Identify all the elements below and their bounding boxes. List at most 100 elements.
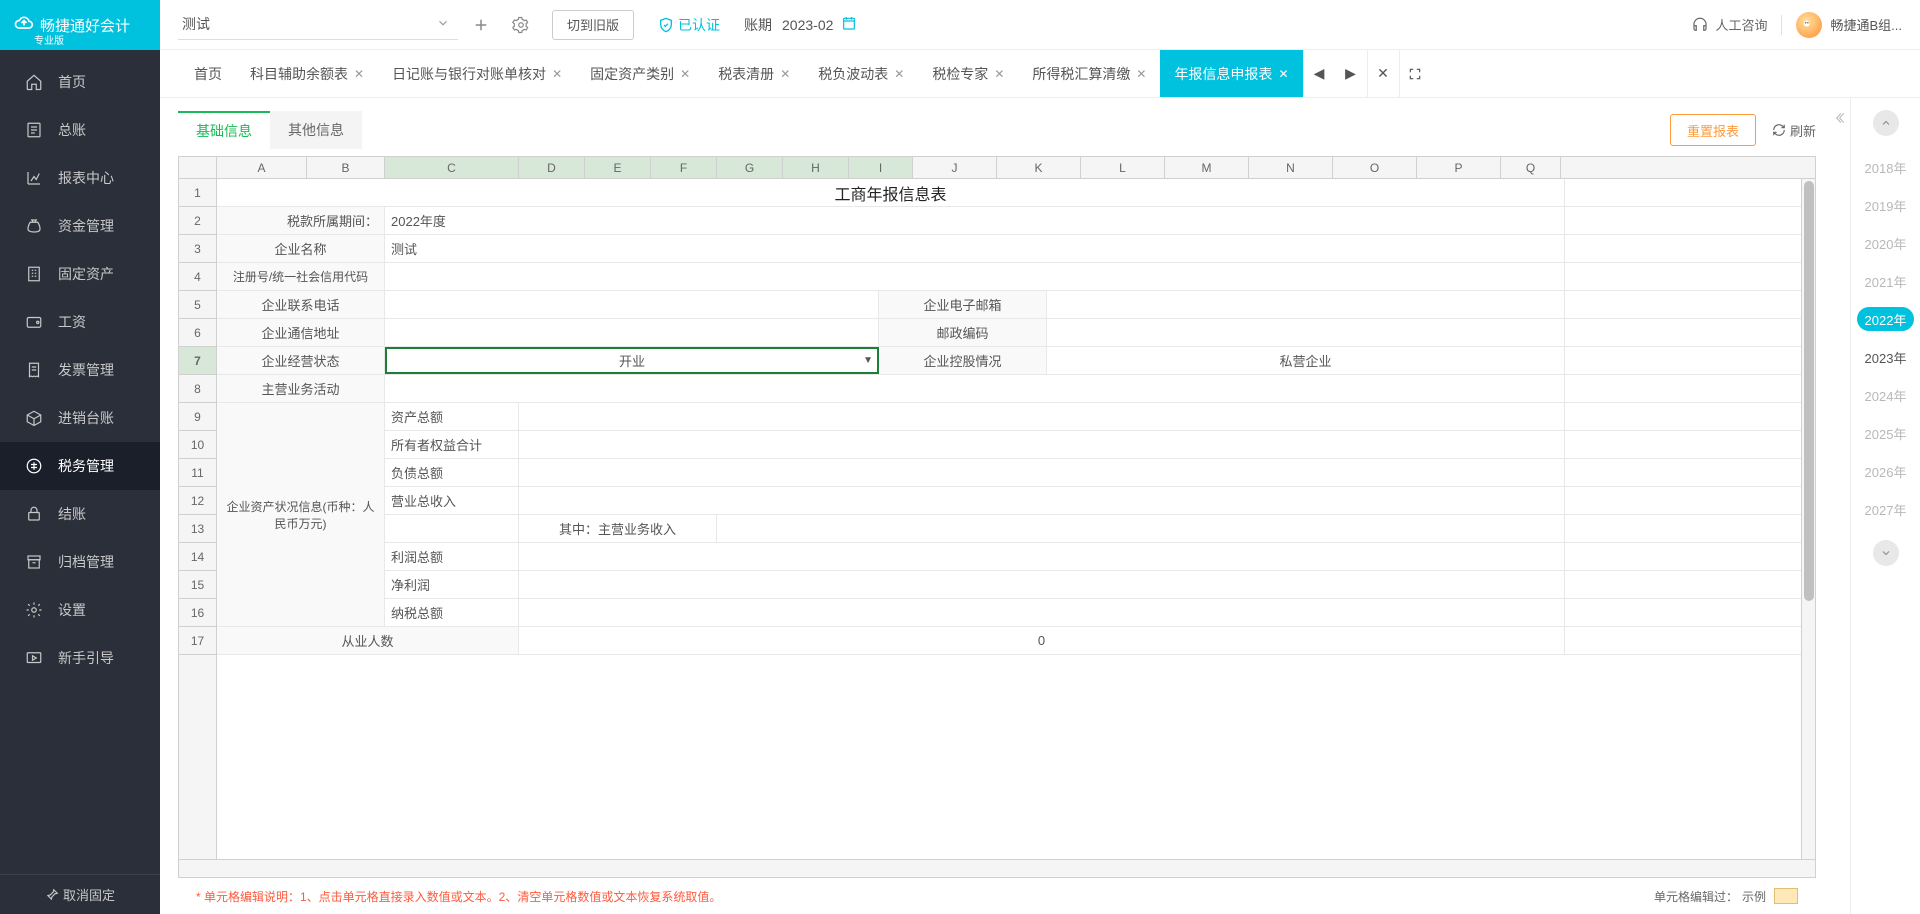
cell[interactable]: 所有者权益合计: [385, 431, 519, 458]
cell[interactable]: [1047, 319, 1565, 346]
nav-assets[interactable]: 固定资产: [0, 250, 160, 298]
nav-ledger[interactable]: 总账: [0, 106, 160, 154]
vertical-scrollbar[interactable]: [1801, 179, 1815, 859]
tab-balance[interactable]: 科目辅助余额表✕: [236, 50, 378, 97]
cell[interactable]: 注册号/统一社会信用代码: [217, 263, 385, 290]
cell[interactable]: 企业电子邮箱: [879, 291, 1047, 318]
col-header[interactable]: D: [519, 157, 585, 178]
row-header[interactable]: 9: [179, 403, 216, 431]
nav-invoice[interactable]: 发票管理: [0, 346, 160, 394]
reset-button[interactable]: 重置报表: [1670, 114, 1756, 146]
refresh-button[interactable]: 刷新: [1772, 121, 1816, 140]
cell[interactable]: [519, 403, 1565, 430]
close-icon[interactable]: ✕: [354, 67, 364, 81]
subtab-basic[interactable]: 基础信息: [178, 111, 270, 149]
tab-annual[interactable]: 年报信息申报表✕: [1160, 50, 1302, 97]
tab-taxlist[interactable]: 税表清册✕: [704, 50, 804, 97]
cell[interactable]: 测试: [385, 235, 1565, 262]
col-header[interactable]: E: [585, 157, 651, 178]
row-header[interactable]: 4: [179, 263, 216, 291]
close-icon[interactable]: ✕: [1136, 67, 1146, 81]
year-item[interactable]: 2024年: [1865, 376, 1907, 414]
switch-old-button[interactable]: 切到旧版: [552, 10, 634, 40]
cell[interactable]: [385, 375, 1565, 402]
cell[interactable]: 企业通信地址: [217, 319, 385, 346]
year-item[interactable]: 2027年: [1865, 490, 1907, 528]
year-item[interactable]: 2020年: [1865, 224, 1907, 262]
nav-home[interactable]: 首页: [0, 58, 160, 106]
cell[interactable]: 纳税总额: [385, 599, 519, 626]
close-icon[interactable]: ✕: [552, 67, 562, 81]
cell[interactable]: [1047, 291, 1565, 318]
cell[interactable]: 营业总收入: [385, 487, 519, 514]
cell[interactable]: 负债总额: [385, 459, 519, 486]
tabs-prev[interactable]: ◀: [1303, 50, 1335, 97]
row-header[interactable]: 10: [179, 431, 216, 459]
col-header[interactable]: H: [783, 157, 849, 178]
col-header[interactable]: A: [217, 157, 307, 178]
row-header[interactable]: 15: [179, 571, 216, 599]
close-icon[interactable]: ✕: [780, 67, 790, 81]
col-header[interactable]: Q: [1501, 157, 1561, 178]
row-header[interactable]: 2: [179, 207, 216, 235]
nav-tax[interactable]: 税务管理: [0, 442, 160, 490]
col-header[interactable]: P: [1417, 157, 1501, 178]
cell[interactable]: [519, 487, 1565, 514]
row-header[interactable]: 8: [179, 375, 216, 403]
nav-guide[interactable]: 新手引导: [0, 634, 160, 682]
year-item[interactable]: 2021年: [1865, 262, 1907, 300]
cell[interactable]: [385, 515, 519, 542]
year-item[interactable]: 2025年: [1865, 414, 1907, 452]
year-up-button[interactable]: [1873, 110, 1899, 136]
cell[interactable]: [519, 599, 1565, 626]
row-header[interactable]: 17: [179, 627, 216, 655]
tab-incometax[interactable]: 所得税汇算清缴✕: [1018, 50, 1160, 97]
col-header[interactable]: F: [651, 157, 717, 178]
close-icon[interactable]: ✕: [680, 67, 690, 81]
col-header[interactable]: O: [1333, 157, 1417, 178]
cell[interactable]: 税款所属期间：: [217, 207, 385, 234]
row-header[interactable]: 12: [179, 487, 216, 515]
settings-button[interactable]: [504, 8, 538, 42]
cell[interactable]: 利润总额: [385, 543, 519, 570]
col-header[interactable]: N: [1249, 157, 1333, 178]
col-header[interactable]: G: [717, 157, 783, 178]
tab-bankrec[interactable]: 日记账与银行对账单核对✕: [378, 50, 576, 97]
cell[interactable]: 企业控股情况: [879, 347, 1047, 374]
username[interactable]: 畅捷通B组...: [1830, 15, 1902, 34]
nav-close[interactable]: 结账: [0, 490, 160, 538]
col-header[interactable]: L: [1081, 157, 1165, 178]
avatar[interactable]: [1796, 12, 1822, 38]
tenant-select[interactable]: 测试: [178, 10, 458, 40]
col-header[interactable]: M: [1165, 157, 1249, 178]
cell[interactable]: [385, 291, 879, 318]
cell[interactable]: 净利润: [385, 571, 519, 598]
nav-inventory[interactable]: 进销台账: [0, 394, 160, 442]
year-item[interactable]: 2026年: [1865, 452, 1907, 490]
col-header[interactable]: C: [385, 157, 519, 178]
row-header[interactable]: 13: [179, 515, 216, 543]
cell[interactable]: [519, 459, 1565, 486]
nav-funds[interactable]: 资金管理: [0, 202, 160, 250]
year-item[interactable]: 2018年: [1865, 148, 1907, 186]
year-item[interactable]: 2019年: [1865, 186, 1907, 224]
cell[interactable]: 邮政编码: [879, 319, 1047, 346]
status-dropdown-cell[interactable]: 开业 ▼: [385, 347, 879, 374]
row-header[interactable]: 11: [179, 459, 216, 487]
cell[interactable]: [519, 543, 1565, 570]
close-icon[interactable]: ✕: [1278, 67, 1288, 81]
subtab-other[interactable]: 其他信息: [270, 111, 362, 149]
nav-settings[interactable]: 设置: [0, 586, 160, 634]
cell[interactable]: 其中：主营业务收入: [519, 515, 717, 542]
cell[interactable]: 企业经营状态: [217, 347, 385, 374]
fullscreen-button[interactable]: [1399, 50, 1431, 97]
sheet-title[interactable]: 工商年报信息表: [217, 179, 1565, 206]
cell[interactable]: [385, 263, 1565, 290]
row-header[interactable]: 5: [179, 291, 216, 319]
col-header[interactable]: J: [913, 157, 997, 178]
col-header[interactable]: K: [997, 157, 1081, 178]
cell[interactable]: 从业人数: [217, 627, 519, 654]
tabs-close-all[interactable]: ✕: [1367, 50, 1399, 97]
row-header[interactable]: 1: [179, 179, 216, 207]
merged-cell-assets[interactable]: 企业资产状况信息(币种：人民币万元): [217, 403, 385, 627]
